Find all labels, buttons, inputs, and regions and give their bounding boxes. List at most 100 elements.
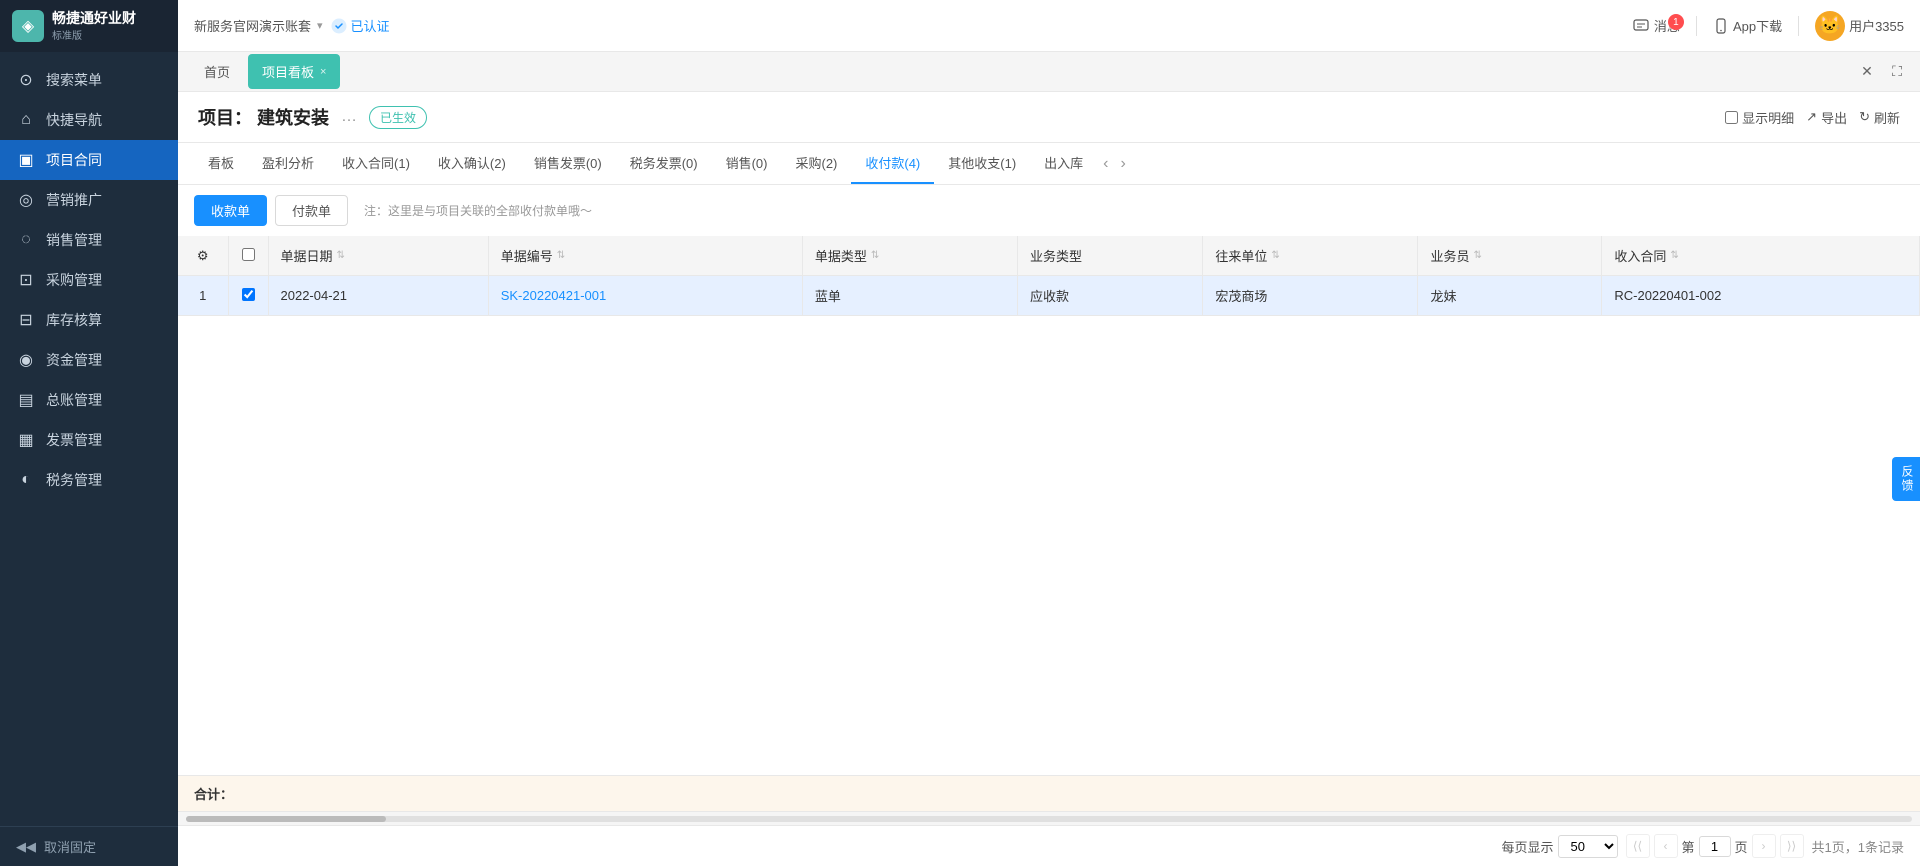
table-footer: 合计： bbox=[178, 775, 1920, 811]
row-number-link[interactable]: SK-20220421-001 bbox=[501, 288, 607, 303]
close-window-button[interactable]: ✕ bbox=[1856, 61, 1878, 83]
sidebar-item-project-contract[interactable]: ▣ 项目合同 bbox=[0, 140, 178, 180]
nav-tab-kanban[interactable]: 看板 bbox=[194, 143, 248, 184]
tab-close-icon[interactable]: × bbox=[320, 66, 326, 78]
tab-home[interactable]: 首页 bbox=[190, 54, 244, 89]
sidebar-item-tax[interactable]: ◐ 税务管理 bbox=[0, 460, 178, 500]
nav-prev-arrow[interactable]: ‹ bbox=[1097, 151, 1114, 177]
col-number-header: 单据编号 ⇅ bbox=[488, 236, 802, 276]
page-last-button[interactable]: ⟩⟩ bbox=[1780, 834, 1804, 858]
sort-type-icon[interactable]: ⇅ bbox=[871, 250, 879, 261]
page-next-button[interactable]: › bbox=[1752, 834, 1776, 858]
export-label: 导出 bbox=[1821, 108, 1847, 127]
total-pages-info: 共1页，1条记录 bbox=[1812, 837, 1904, 856]
account-name: 新服务官网演示账套 bbox=[194, 16, 311, 35]
sidebar-unpin[interactable]: ◀◀ 取消固定 bbox=[0, 826, 178, 866]
sort-number-icon[interactable]: ⇅ bbox=[557, 250, 565, 261]
project-more-button[interactable]: … bbox=[341, 108, 357, 126]
ledger-icon: ▤ bbox=[16, 390, 36, 410]
col-partner-header: 往来单位 ⇅ bbox=[1203, 236, 1418, 276]
sidebar-item-quick-nav[interactable]: ⌂ 快捷导航 bbox=[0, 100, 178, 140]
nav-tab-income-confirm[interactable]: 收入确认(2) bbox=[424, 143, 520, 184]
app-download-action[interactable]: App下载 bbox=[1713, 16, 1782, 35]
sort-salesperson-icon[interactable]: ⇅ bbox=[1474, 250, 1482, 261]
sidebar-item-invoice[interactable]: ▦ 发票管理 bbox=[0, 420, 178, 460]
nav-tab-other-expense[interactable]: 其他收支(1) bbox=[934, 143, 1030, 184]
message-icon bbox=[1632, 17, 1650, 35]
maximize-window-button[interactable]: ⛶ bbox=[1886, 61, 1908, 83]
data-table: ⚙ 单据日期 ⇅ 单据编号 bbox=[178, 236, 1920, 316]
row-checkbox[interactable] bbox=[242, 288, 255, 301]
tab-home-label: 首页 bbox=[204, 62, 230, 81]
sort-contract-icon[interactable]: ⇅ bbox=[1670, 250, 1678, 261]
scroll-thumb[interactable] bbox=[186, 816, 386, 822]
tab-project-kanban[interactable]: 项目看板 × bbox=[248, 54, 340, 89]
tab-bar: 首页 项目看板 × ✕ ⛶ bbox=[178, 52, 1920, 92]
col-settings[interactable]: ⚙ bbox=[178, 236, 228, 276]
top-bar: 新服务官网演示账套 ▾ 已认证 消息 1 bbox=[178, 0, 1920, 52]
sort-date-icon[interactable]: ⇅ bbox=[337, 250, 345, 261]
finance-icon: ◉ bbox=[16, 350, 36, 370]
sidebar-item-purchase[interactable]: ⊡ 采购管理 bbox=[0, 260, 178, 300]
table-area: ⚙ 单据日期 ⇅ 单据编号 bbox=[178, 236, 1920, 775]
page-number-input[interactable] bbox=[1699, 836, 1731, 857]
user-menu[interactable]: 🐱 用户3355 bbox=[1815, 11, 1904, 41]
sidebar-item-inventory[interactable]: ⊟ 库存核算 bbox=[0, 300, 178, 340]
page-prev-button[interactable]: ‹ bbox=[1654, 834, 1678, 858]
top-bar-right: 消息 1 App下载 🐱 用户3355 bbox=[1632, 11, 1904, 41]
row-type: 蓝单 bbox=[802, 276, 1017, 316]
nav-tab-receipts[interactable]: 收付款(4) bbox=[851, 143, 934, 184]
receipt-tab-button[interactable]: 收款单 bbox=[194, 195, 267, 226]
divider2 bbox=[1798, 16, 1799, 36]
sidebar-scroll: ⊙ 搜索菜单 ⌂ 快捷导航 ▣ 项目合同 ◎ 营销推广 ◌ 销售管理 ⊡ 采购管… bbox=[0, 52, 178, 826]
nav-tab-purchase[interactable]: 采购(2) bbox=[781, 143, 851, 184]
sidebar-item-ledger[interactable]: ▤ 总账管理 bbox=[0, 380, 178, 420]
sidebar-item-marketing-label: 营销推广 bbox=[46, 190, 102, 210]
sidebar-item-tax-label: 税务管理 bbox=[46, 470, 102, 490]
col-salesperson-label: 业务员 bbox=[1430, 246, 1469, 265]
phone-icon bbox=[1713, 18, 1729, 34]
show-detail-input[interactable] bbox=[1725, 111, 1738, 124]
scroll-track[interactable] bbox=[186, 816, 1912, 822]
app-title: 畅捷通好业财 bbox=[52, 10, 136, 27]
nav-tab-sales-invoice[interactable]: 销售发票(0) bbox=[520, 143, 616, 184]
sidebar-item-sales[interactable]: ◌ 销售管理 bbox=[0, 220, 178, 260]
col-date-label: 单据日期 bbox=[281, 246, 333, 265]
nav-next-arrow[interactable]: › bbox=[1115, 151, 1132, 177]
nav-tab-income-contract[interactable]: 收入合同(1) bbox=[328, 143, 424, 184]
nav-tab-tax-invoice[interactable]: 税务发票(0) bbox=[616, 143, 712, 184]
user-name: 用户3355 bbox=[1849, 16, 1904, 35]
page-content: 项目： 建筑安装 … 已生效 显示明细 ↗ 导出 ↻ 刷新 bbox=[178, 92, 1920, 866]
show-detail-checkbox[interactable]: 显示明细 bbox=[1725, 108, 1794, 127]
page-nav: ⟨⟨ ‹ 第 页 › ⟩⟩ bbox=[1626, 834, 1804, 858]
nav-tab-warehouse[interactable]: 出入库 bbox=[1030, 143, 1097, 184]
project-header-actions: 显示明细 ↗ 导出 ↻ 刷新 bbox=[1725, 108, 1900, 127]
sidebar-logo: ◈ 畅捷通好业财 标准版 bbox=[0, 0, 178, 52]
feedback-button[interactable]: 反馈 bbox=[1892, 457, 1920, 501]
row-checkbox-cell bbox=[228, 276, 268, 316]
nav-tab-profit[interactable]: 盈利分析 bbox=[248, 143, 328, 184]
refresh-icon: ↻ bbox=[1859, 109, 1870, 125]
refresh-button[interactable]: ↻ 刷新 bbox=[1859, 108, 1900, 127]
unpin-label: 取消固定 bbox=[44, 837, 96, 856]
sort-partner-icon[interactable]: ⇅ bbox=[1271, 250, 1279, 261]
sidebar-item-search[interactable]: ⊙ 搜索菜单 bbox=[0, 60, 178, 100]
select-all-checkbox[interactable] bbox=[242, 248, 255, 261]
tab-project-kanban-label: 项目看板 bbox=[262, 62, 314, 81]
table-row[interactable]: 1 2022-04-21 SK-20220421-001 蓝单 应收款 宏茂商场… bbox=[178, 276, 1920, 316]
sub-tab-note: 注：这里是与项目关联的全部收付款单哦～ bbox=[364, 202, 592, 219]
sidebar-item-marketing[interactable]: ◎ 营销推广 bbox=[0, 180, 178, 220]
page-size-dropdown[interactable]: 50 100 200 bbox=[1558, 835, 1618, 858]
page-label: 第 bbox=[1682, 837, 1695, 856]
account-selector[interactable]: 新服务官网演示账套 ▾ bbox=[194, 16, 323, 35]
payment-tab-button[interactable]: 付款单 bbox=[275, 195, 348, 226]
logo-text: 畅捷通好业财 标准版 bbox=[52, 10, 136, 42]
row-biz-type: 应收款 bbox=[1017, 276, 1202, 316]
message-action[interactable]: 消息 1 bbox=[1632, 16, 1680, 35]
sidebar-item-finance[interactable]: ◉ 资金管理 bbox=[0, 340, 178, 380]
page-first-button[interactable]: ⟨⟨ bbox=[1626, 834, 1650, 858]
invoice-icon: ▦ bbox=[16, 430, 36, 450]
export-button[interactable]: ↗ 导出 bbox=[1806, 108, 1847, 127]
nav-tab-sales[interactable]: 销售(0) bbox=[712, 143, 782, 184]
search-menu-icon: ⊙ bbox=[16, 70, 36, 90]
